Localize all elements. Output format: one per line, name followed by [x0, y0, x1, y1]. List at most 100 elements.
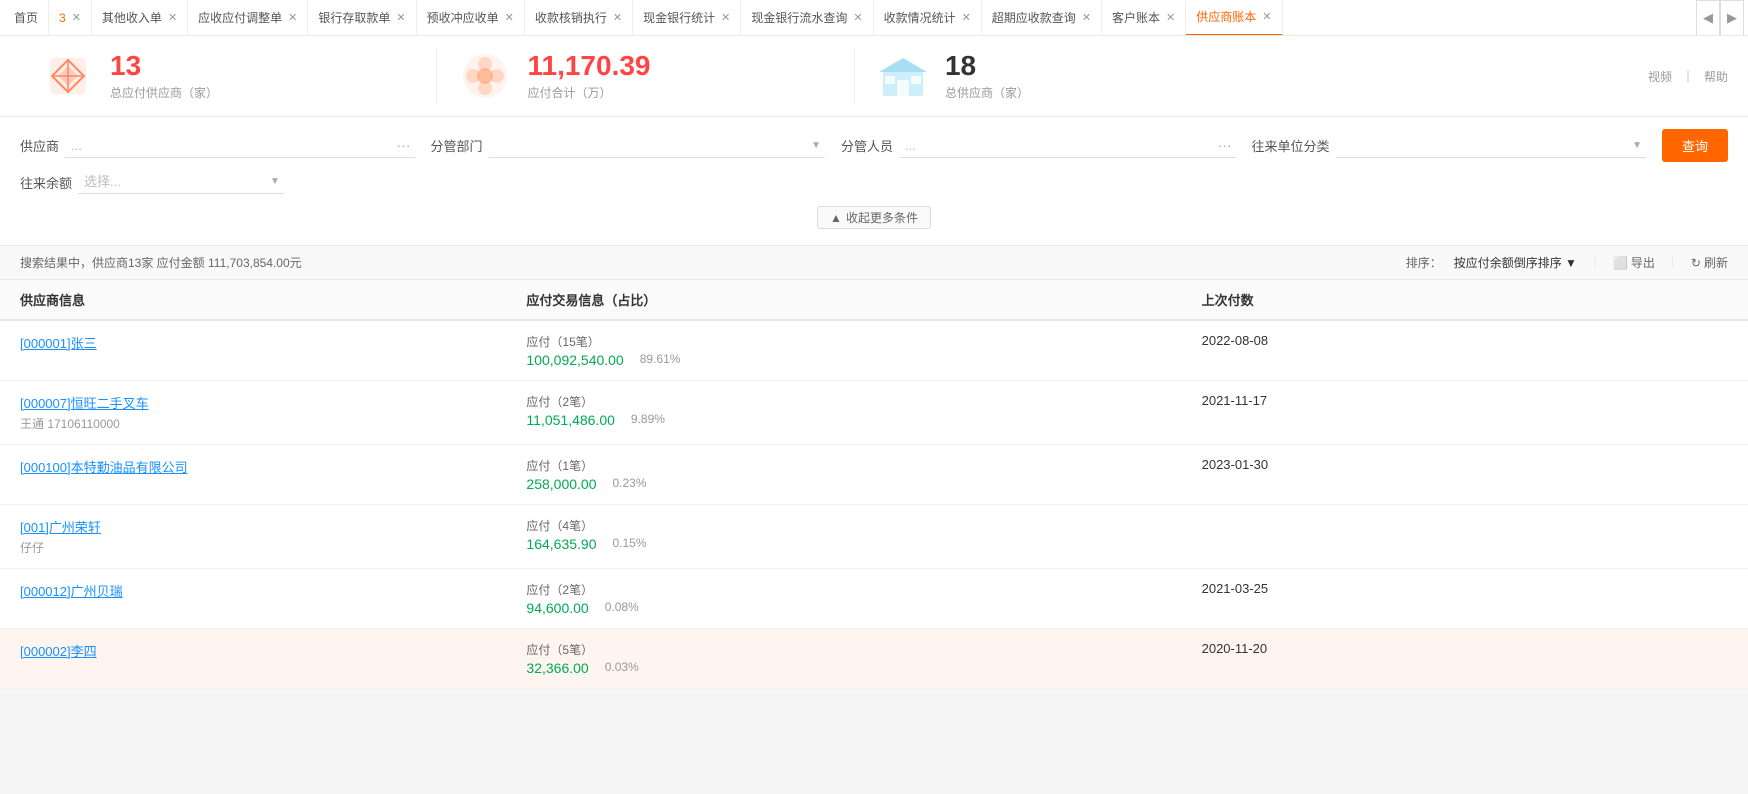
- nav-tab-customer-close[interactable]: ✕: [1166, 11, 1175, 24]
- nav-tab-cash-bank-flow[interactable]: 现金银行流水查询 ✕: [741, 0, 873, 36]
- header-last-payment: 上次付数: [1202, 290, 1708, 309]
- video-link[interactable]: 视频: [1648, 68, 1672, 85]
- last-payment-date-2: 2023-01-30: [1202, 457, 1269, 472]
- supplier-info-cell-4: [000012]广州贝瑞: [20, 581, 526, 600]
- person-ellipsis-icon[interactable]: ···: [1214, 137, 1236, 153]
- nav-tab-prepay[interactable]: 预收冲应收单 ✕: [417, 0, 525, 36]
- nav-tab-3-close[interactable]: ✕: [72, 11, 81, 24]
- supplier-filter-input[interactable]: [65, 134, 392, 157]
- supplier-name-4[interactable]: [000012]广州贝瑞: [20, 581, 526, 600]
- nav-tab-collect-stat-close[interactable]: ✕: [962, 11, 971, 24]
- nav-tab-customer[interactable]: 客户账本 ✕: [1102, 0, 1186, 36]
- supplier-name-1[interactable]: [000007]恒旺二手叉车: [20, 393, 526, 412]
- trans-label-2: 应付（1笔）: [526, 457, 1201, 474]
- nav-tab-collect-stat[interactable]: 收款情况统计 ✕: [874, 0, 982, 36]
- nav-tab-prepay-close[interactable]: ✕: [505, 11, 514, 24]
- nav-tab-overdue[interactable]: 超期应收款查询 ✕: [982, 0, 1102, 36]
- trans-amount-row-4: 94,600.00 0.08%: [526, 598, 1201, 616]
- trans-amount-0[interactable]: 100,092,540.00: [526, 352, 623, 368]
- filter-item-person: 分管人员 ···: [841, 134, 1236, 158]
- nav-tab-supplier-close[interactable]: ✕: [1262, 10, 1271, 23]
- summary-label-total: 应付合计（万）: [527, 84, 650, 101]
- dept-filter-wrap: ▼: [489, 134, 825, 158]
- dept-dropdown-arrow[interactable]: ▼: [807, 140, 825, 151]
- nav-tab-3-label: 3: [59, 11, 66, 25]
- trans-percent-5: 0.03%: [605, 660, 639, 674]
- query-button[interactable]: 查询: [1662, 129, 1728, 162]
- dept-filter-input[interactable]: [489, 134, 808, 157]
- summary-help: 视频 ｜ 帮助: [1648, 68, 1728, 85]
- trans-amount-2[interactable]: 258,000.00: [526, 476, 596, 492]
- nav-prev-arrow[interactable]: ◀: [1696, 0, 1720, 36]
- supplier-name-0[interactable]: [000001]张三: [20, 333, 526, 352]
- supplier-ellipsis-icon[interactable]: ···: [393, 137, 415, 153]
- transaction-cell-0: 应付（15笔） 100,092,540.00 89.61%: [526, 333, 1201, 368]
- help-link[interactable]: 帮助: [1704, 68, 1728, 85]
- supplier-name-3[interactable]: [001]广州荣轩: [20, 517, 526, 536]
- last-payment-date-4: 2021-03-25: [1202, 581, 1269, 596]
- export-button[interactable]: ⬜ 导出: [1613, 254, 1655, 271]
- trans-label-4: 应付（2笔）: [526, 581, 1201, 598]
- nav-tab-bank-deposit[interactable]: 银行存取款单 ✕: [308, 0, 416, 36]
- nav-tab-bank-deposit-close[interactable]: ✕: [396, 11, 405, 24]
- supplier-name-2[interactable]: [000100]本特勤油品有限公司: [20, 457, 526, 476]
- nav-tab-payable-adjust-close[interactable]: ✕: [288, 11, 297, 24]
- nav-tab-payable-adjust-label: 应收应付调整单: [198, 9, 282, 26]
- nav-tab-cash-bank-stat-close[interactable]: ✕: [721, 11, 730, 24]
- nav-next-arrow[interactable]: ▶: [1720, 0, 1744, 36]
- nav-tab-cash-bank-flow-label: 现金银行流水查询: [751, 9, 847, 26]
- nav-tab-overdue-close[interactable]: ✕: [1082, 11, 1091, 24]
- nav-tab-cash-bank-stat[interactable]: 现金银行统计 ✕: [633, 0, 741, 36]
- nav-arrows: ◀ ▶: [1696, 0, 1744, 36]
- last-payment-cell-1: 2021-11-17: [1202, 393, 1708, 408]
- supplier-name-5[interactable]: [000002]李四: [20, 641, 526, 660]
- nav-tab-other-income-close[interactable]: ✕: [168, 11, 177, 24]
- nav-tab-payable-adjust[interactable]: 应收应付调整单 ✕: [188, 0, 308, 36]
- category-dropdown-arrow[interactable]: ▼: [1628, 140, 1646, 151]
- last-payment-date-5: 2020-11-20: [1202, 641, 1268, 656]
- nav-tab-collect-verify[interactable]: 收款核销执行 ✕: [525, 0, 633, 36]
- table-row: [000100]本特勤油品有限公司 应付（1笔） 258,000.00 0.23…: [0, 445, 1748, 505]
- trans-amount-5[interactable]: 32,366.00: [526, 660, 588, 676]
- supplier-info-cell-5: [000002]李四: [20, 641, 526, 660]
- trans-percent-3: 0.15%: [612, 536, 646, 550]
- summary-item-total-suppliers: 18 总供应商（家）: [855, 48, 1648, 104]
- sort-value[interactable]: 按应付余额倒序排序 ▼: [1454, 254, 1577, 271]
- table-row: [000002]李四 应付（5笔） 32,366.00 0.03% 2020-1…: [0, 629, 1748, 689]
- balance-dropdown-arrow[interactable]: ▼: [266, 176, 284, 187]
- transaction-cell-2: 应付（1笔） 258,000.00 0.23%: [526, 457, 1201, 492]
- person-filter-input[interactable]: [899, 134, 1213, 157]
- trans-amount-1[interactable]: 11,051,486.00: [526, 412, 615, 428]
- table-row: [001]广州荣轩 仔仔 应付（4笔） 164,635.90 0.15%: [0, 505, 1748, 569]
- nav-tab-supplier-label: 供应商账本: [1196, 8, 1256, 25]
- nav-tab-supplier[interactable]: 供应商账本 ✕: [1186, 0, 1282, 36]
- filter-row-1: 供应商 ··· 分管部门 ▼ 分管人员 ··· 往来单位分类: [20, 129, 1728, 162]
- nav-tab-other-income[interactable]: 其他收入单 ✕: [92, 0, 188, 36]
- category-filter-input[interactable]: [1336, 134, 1629, 157]
- nav-tab-home-label: 首页: [14, 9, 38, 26]
- table-body: [000001]张三 应付（15笔） 100,092,540.00 89.61%…: [0, 321, 1748, 689]
- flower-icon: [457, 48, 513, 104]
- store-icon: [875, 48, 931, 104]
- refresh-icon: ↻: [1691, 256, 1701, 270]
- refresh-button[interactable]: ↻ 刷新: [1691, 254, 1728, 271]
- trans-label-0: 应付（15笔）: [526, 333, 1201, 350]
- nav-tab-customer-label: 客户账本: [1112, 9, 1160, 26]
- filter-item-category: 往来单位分类 ▼: [1252, 134, 1647, 158]
- trans-label-1: 应付（2笔）: [526, 393, 1201, 410]
- dept-filter-label: 分管部门: [431, 136, 483, 155]
- summary-content-total: 11,170.39 应付合计（万）: [527, 52, 650, 101]
- nav-tab-home[interactable]: 首页: [4, 0, 49, 36]
- balance-filter-input[interactable]: [78, 170, 266, 193]
- summary-content-payable: 13 总应付供应商（家）: [110, 52, 218, 101]
- table-container: 供应商信息 应付交易信息（占比） 上次付数 [000001]张三 应付（15笔）…: [0, 280, 1748, 689]
- summary-bar: 13 总应付供应商（家） 11,170.39 应付合计（万）: [0, 36, 1748, 117]
- nav-tab-cash-bank-flow-close[interactable]: ✕: [853, 11, 862, 24]
- trans-amount-3[interactable]: 164,635.90: [526, 536, 596, 552]
- nav-tab-3[interactable]: 3 ✕: [49, 0, 92, 36]
- transaction-cell-4: 应付（2笔） 94,600.00 0.08%: [526, 581, 1201, 616]
- trans-amount-4[interactable]: 94,600.00: [526, 600, 588, 616]
- collapse-button[interactable]: ▲ 收起更多条件: [817, 206, 931, 229]
- nav-tab-collect-verify-close[interactable]: ✕: [613, 11, 622, 24]
- supplier-info-cell-1: [000007]恒旺二手叉车 王通 17106110000: [20, 393, 526, 432]
